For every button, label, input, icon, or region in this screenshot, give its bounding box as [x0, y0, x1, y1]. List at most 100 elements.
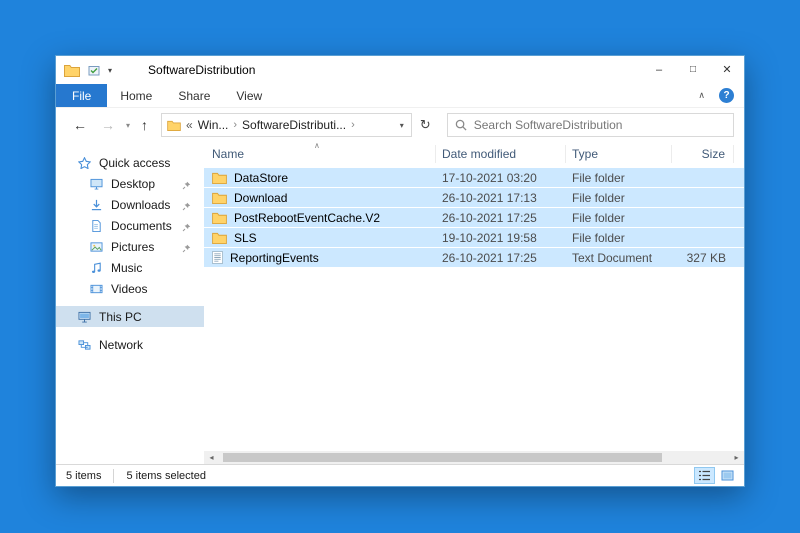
file-name-cell: PostRebootEventCache.V2	[204, 211, 436, 225]
download-icon	[90, 199, 103, 211]
sidebar-item-label: Network	[99, 338, 143, 352]
file-list-pane: ∧ Name Date modified Type Size DataStore…	[204, 142, 744, 464]
details-view-button[interactable]	[694, 467, 715, 484]
tab-home[interactable]: Home	[107, 84, 165, 107]
forward-button[interactable]: →	[94, 117, 122, 133]
file-name: Download	[234, 191, 287, 205]
file-name-cell: DataStore	[204, 171, 436, 185]
folder-icon	[212, 192, 227, 204]
search-box	[447, 113, 734, 137]
file-name: ReportingEvents	[230, 251, 319, 265]
file-size-cell: 327 KB	[672, 251, 734, 265]
file-date-cell: 17-10-2021 03:20	[436, 171, 566, 185]
scroll-left-icon[interactable]: ◂	[204, 451, 219, 464]
back-button[interactable]: ←	[66, 117, 94, 133]
file-type-cell: File folder	[566, 211, 672, 225]
document-icon	[90, 220, 103, 232]
properties-check-icon	[88, 64, 100, 76]
breadcrumb-chevron-icon[interactable]: ›	[233, 119, 237, 131]
sidebar-item-label: Videos	[111, 282, 147, 296]
star-icon	[78, 157, 91, 169]
file-name: PostRebootEventCache.V2	[234, 211, 380, 225]
file-date-cell: 26-10-2021 17:13	[436, 191, 566, 205]
table-row[interactable]: DataStore 17-10-2021 03:20 File folder	[204, 168, 744, 188]
minimize-button[interactable]: –	[642, 56, 676, 84]
sidebar-item-label: Music	[111, 261, 142, 275]
main-area: Quick access Desktop Downloads Documents…	[56, 142, 744, 464]
tab-file[interactable]: File	[56, 84, 107, 107]
file-type-cell: File folder	[566, 191, 672, 205]
scroll-right-icon[interactable]: ▸	[729, 451, 744, 464]
sidebar-item-quick-access[interactable]: Quick access	[56, 152, 204, 173]
maximize-button[interactable]: □	[676, 56, 710, 84]
file-name: SLS	[234, 231, 257, 245]
file-name-cell: ReportingEvents	[204, 251, 436, 265]
sidebar-item-label: Quick access	[99, 156, 170, 170]
sidebar-item-label: Pictures	[111, 240, 154, 254]
table-row[interactable]: PostRebootEventCache.V2 26-10-2021 17:25…	[204, 208, 744, 228]
column-header-type[interactable]: Type	[566, 145, 672, 163]
file-name-cell: SLS	[204, 231, 436, 245]
address-folder-icon	[167, 120, 181, 131]
breadcrumb-segment[interactable]: Win...	[198, 118, 229, 132]
column-header-size[interactable]: Size	[672, 145, 734, 163]
recent-locations-dropdown-icon[interactable]: ▾	[122, 121, 134, 130]
file-date-cell: 26-10-2021 17:25	[436, 251, 566, 265]
breadcrumb-chevron-icon[interactable]: ›	[351, 119, 355, 131]
sidebar-item-label: Downloads	[111, 198, 170, 212]
sidebar-item-pictures[interactable]: Pictures	[56, 236, 204, 257]
scrollbar-track[interactable]	[219, 451, 729, 464]
file-type-cell: Text Document	[566, 251, 672, 265]
file-date-cell: 26-10-2021 17:25	[436, 211, 566, 225]
sidebar-item-label: This PC	[99, 310, 142, 324]
text-document-icon	[212, 251, 223, 264]
thumbnail-view-icon	[721, 470, 734, 481]
search-input[interactable]	[474, 118, 726, 132]
sidebar-item-documents[interactable]: Documents	[56, 215, 204, 236]
close-button[interactable]: ✕	[710, 56, 744, 84]
address-bar[interactable]: « Win... › SoftwareDistributi... › ▾	[161, 113, 412, 137]
folder-icon	[212, 172, 227, 184]
sidebar-item-desktop[interactable]: Desktop	[56, 173, 204, 194]
address-dropdown-icon[interactable]: ▾	[400, 121, 406, 130]
file-name: DataStore	[234, 171, 288, 185]
file-type-cell: File folder	[566, 171, 672, 185]
status-divider	[113, 469, 114, 483]
column-headers: ∧ Name Date modified Type Size	[204, 142, 744, 166]
up-button[interactable]: ↑	[134, 117, 155, 133]
file-rows: DataStore 17-10-2021 03:20 File folder D…	[204, 168, 744, 268]
caption-buttons: – □ ✕	[642, 56, 744, 84]
sidebar-item-music[interactable]: Music	[56, 257, 204, 278]
table-row[interactable]: SLS 19-10-2021 19:58 File folder	[204, 228, 744, 248]
tab-share[interactable]: Share	[165, 84, 223, 107]
ribbon-right: ∧ ?	[698, 84, 744, 107]
this-pc-icon	[78, 311, 91, 323]
titlebar: ▾ SoftwareDistribution – □ ✕	[56, 56, 744, 84]
table-row[interactable]: Download 26-10-2021 17:13 File folder	[204, 188, 744, 208]
breadcrumb-overflow-icon[interactable]: «	[186, 118, 193, 132]
qat-dropdown-icon[interactable]: ▾	[108, 66, 112, 75]
scrollbar-thumb[interactable]	[223, 453, 662, 462]
thumbnail-view-button[interactable]	[717, 467, 738, 484]
selection-count: 5 items selected	[126, 470, 205, 482]
pin-icon	[182, 242, 191, 256]
column-header-name[interactable]: Name	[204, 145, 436, 163]
qat-properties-button[interactable]	[88, 64, 100, 76]
table-row[interactable]: ReportingEvents 26-10-2021 17:25 Text Do…	[204, 248, 744, 268]
search-icon	[455, 119, 467, 131]
breadcrumb-segment[interactable]: SoftwareDistributi...	[242, 118, 346, 132]
tab-view[interactable]: View	[223, 84, 275, 107]
ribbon-collapse-icon[interactable]: ∧	[698, 90, 705, 101]
pin-icon	[182, 179, 191, 193]
sidebar-item-network[interactable]: Network	[56, 334, 204, 355]
sidebar-item-videos[interactable]: Videos	[56, 278, 204, 299]
sidebar-item-downloads[interactable]: Downloads	[56, 194, 204, 215]
column-header-date-modified[interactable]: Date modified	[436, 145, 566, 163]
horizontal-scrollbar[interactable]: ◂ ▸	[204, 451, 744, 464]
refresh-button[interactable]: ↻	[412, 117, 439, 133]
sort-ascending-icon: ∧	[314, 141, 320, 150]
sidebar-item-this-pc[interactable]: This PC	[56, 306, 204, 327]
help-button[interactable]: ?	[719, 88, 734, 103]
sidebar-item-label: Desktop	[111, 177, 155, 191]
status-bar: 5 items 5 items selected	[56, 464, 744, 486]
